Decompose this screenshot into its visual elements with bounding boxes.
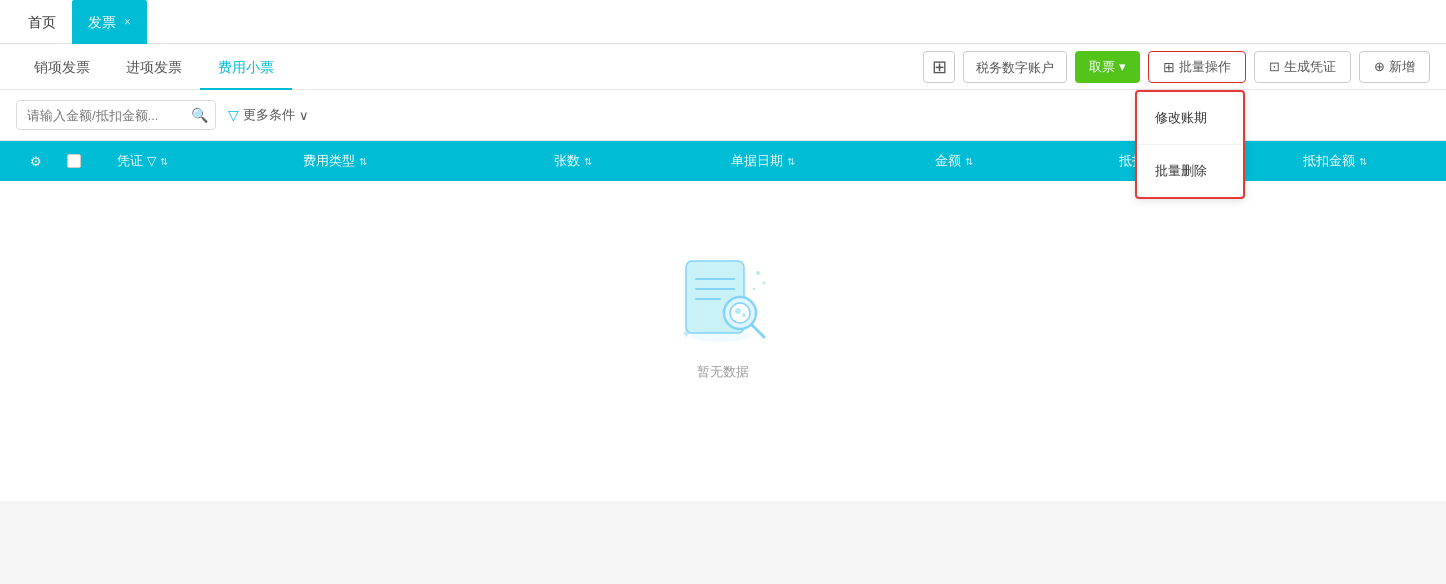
filter-chevron-icon: ∨ xyxy=(299,108,309,123)
more-filter-label: 更多条件 xyxy=(243,106,295,124)
table-col-count: 张数 ⇅ xyxy=(478,152,668,170)
table-col-expense-type: 费用类型 ⇅ xyxy=(192,152,478,170)
table-col-date: 单据日期 ⇅ xyxy=(668,152,858,170)
table-col-checkbox[interactable] xyxy=(56,154,92,168)
gen-voucher-icon: ⊡ xyxy=(1269,51,1280,83)
amount-label: 金额 xyxy=(935,152,961,170)
table-col-deduction-amount: 抵扣金额 ⇅ xyxy=(1240,152,1430,170)
new-icon: ⊕ xyxy=(1374,51,1385,83)
sub-nav-actions: ⊞ 税务数字账户 取票 ▾ ⊞ 批量操作 修改账期 批量删除 ⊡ 生成凭证 ⊕ … xyxy=(923,51,1430,83)
table-col-amount: 金额 ⇅ xyxy=(859,152,1049,170)
batch-op-dropdown: 修改账期 批量删除 xyxy=(1135,90,1245,199)
sub-nav-tabs: 销项发票 进项发票 费用小票 xyxy=(16,44,292,89)
more-filter-button[interactable]: ▽ 更多条件 ∨ xyxy=(228,106,309,124)
expense-type-label: 费用类型 xyxy=(303,152,355,170)
dropdown-item-modify-period[interactable]: 修改账期 xyxy=(1137,92,1243,144)
svg-point-12 xyxy=(763,282,766,285)
voucher-sort-icon[interactable]: ⇅ xyxy=(160,156,168,167)
tax-account-button[interactable]: 税务数字账户 xyxy=(963,51,1067,83)
batch-op-label: 批量操作 xyxy=(1179,51,1231,83)
table-col-voucher: 凭证 ▽ ⇅ xyxy=(92,152,192,170)
take-ticket-label: 取票 xyxy=(1089,51,1115,83)
date-sort-icon[interactable]: ⇅ xyxy=(787,156,795,167)
invoice-tab[interactable]: 发票 × xyxy=(72,0,147,44)
gen-voucher-button[interactable]: ⊡ 生成凭证 xyxy=(1254,51,1351,83)
deduction-amount-label: 抵扣金额 xyxy=(1303,152,1355,170)
filter-icon: ▽ xyxy=(228,107,239,123)
svg-point-10 xyxy=(742,313,746,317)
table-col-settings[interactable]: ⚙ xyxy=(16,154,56,169)
search-icon[interactable]: 🔍 xyxy=(191,107,208,123)
amount-sort-icon[interactable]: ⇅ xyxy=(965,156,973,167)
batch-op-icon: ⊞ xyxy=(1163,51,1175,83)
new-button[interactable]: ⊕ 新增 xyxy=(1359,51,1430,83)
qr-icon: ⊞ xyxy=(932,56,947,78)
expense-type-sort-icon[interactable]: ⇅ xyxy=(359,156,367,167)
batch-op-button[interactable]: ⊞ 批量操作 修改账期 批量删除 xyxy=(1148,51,1246,83)
voucher-filter-icon[interactable]: ▽ xyxy=(147,154,156,168)
deduction-amount-sort-icon[interactable]: ⇅ xyxy=(1359,156,1367,167)
svg-point-9 xyxy=(735,308,741,314)
date-label: 单据日期 xyxy=(731,152,783,170)
dropdown-item-batch-delete[interactable]: 批量删除 xyxy=(1137,144,1243,197)
select-all-checkbox[interactable] xyxy=(67,154,81,168)
qr-code-button[interactable]: ⊞ xyxy=(923,51,955,83)
tab-sales-invoice[interactable]: 销项发票 xyxy=(16,44,108,90)
svg-point-13 xyxy=(753,288,755,290)
new-label: 新增 xyxy=(1389,51,1415,83)
settings-icon: ⚙ xyxy=(30,154,42,169)
count-sort-icon[interactable]: ⇅ xyxy=(584,156,592,167)
home-tab[interactable]: 首页 xyxy=(16,0,68,44)
invoice-tab-close[interactable]: × xyxy=(124,0,131,44)
empty-illustration xyxy=(668,241,778,351)
sub-nav: 销项发票 进项发票 费用小票 ⊞ 税务数字账户 取票 ▾ ⊞ 批量操作 修改账期… xyxy=(0,44,1446,90)
take-ticket-button[interactable]: 取票 ▾ xyxy=(1075,51,1140,83)
tab-expense-receipt[interactable]: 费用小票 xyxy=(200,44,292,90)
search-wrap: 🔍 xyxy=(16,100,216,130)
take-ticket-chevron: ▾ xyxy=(1119,51,1126,83)
empty-state: 暂无数据 xyxy=(0,181,1446,421)
invoice-tab-label: 发票 xyxy=(88,0,116,44)
voucher-label: 凭证 xyxy=(117,152,143,170)
gen-voucher-label: 生成凭证 xyxy=(1284,51,1336,83)
tab-purchase-invoice[interactable]: 进项发票 xyxy=(108,44,200,90)
empty-text: 暂无数据 xyxy=(697,363,749,381)
search-input[interactable] xyxy=(16,100,216,130)
top-nav: 首页 发票 × xyxy=(0,0,1446,44)
svg-line-8 xyxy=(752,325,764,337)
svg-point-11 xyxy=(756,271,760,275)
count-label: 张数 xyxy=(554,152,580,170)
